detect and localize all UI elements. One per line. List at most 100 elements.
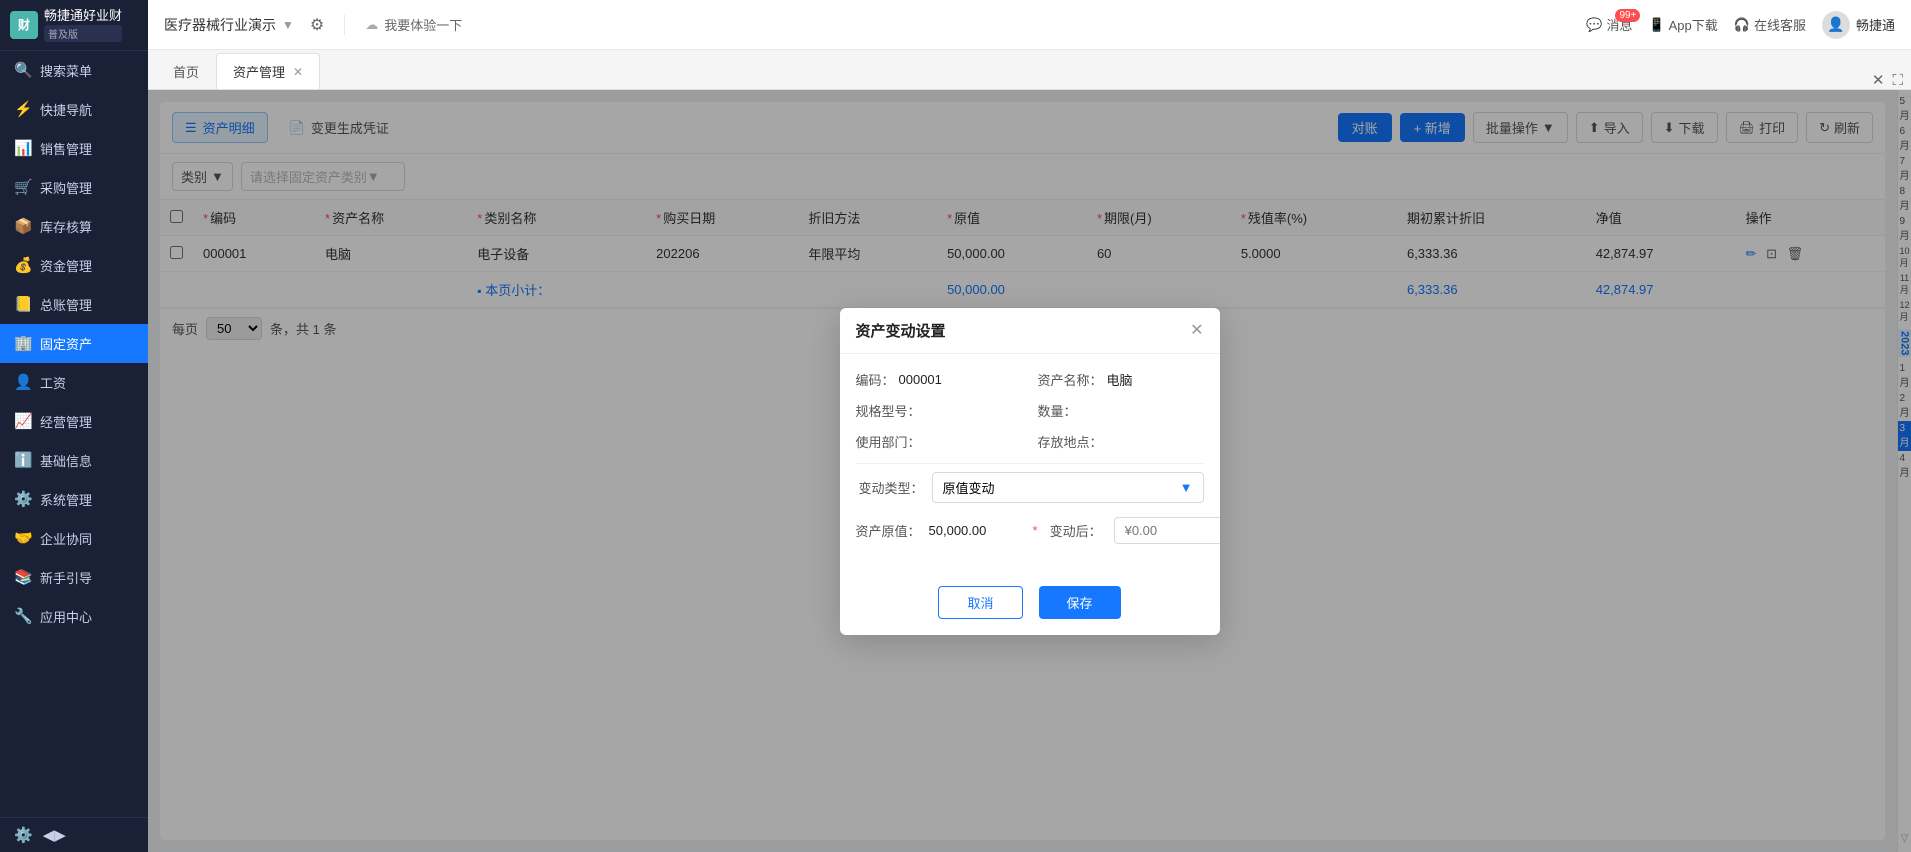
user-profile[interactable]: 👤 畅捷通 [1822,11,1895,39]
tab-asset-management[interactable]: 资产管理 ✕ [216,53,320,89]
logo-title: 畅捷通好业财 [44,8,122,25]
dialog-row-2: 规格型号： 数量： [856,401,1204,420]
change-type-label: 变动类型： [856,478,924,497]
name-label: 资产名称： [1038,370,1103,389]
modal-overlay[interactable]: 资产变动设置 ✕ 编码： 000001 资产名称： 电脑 [148,90,1911,852]
try-label: 我要体验一下 [384,15,462,34]
topbar-right: 💬 消息 99+ 📱 App下载 🎧 在线客服 👤 畅捷通 [1586,11,1895,39]
guide-icon: 📚 [14,568,32,586]
topbar-settings-icon[interactable]: ⚙ [310,15,324,35]
sidebar-label-apps: 应用中心 [40,607,92,626]
tab-asset-label: 资产管理 [233,62,285,81]
name-value: 电脑 [1107,370,1133,389]
change-type-dropdown[interactable]: 原值变动 ▼ [932,472,1204,503]
logo-icon: 财 [10,11,38,39]
dept-label: 使用部门： [856,432,921,451]
asset-original-value: 50,000.00 [929,523,1009,538]
system-icon: ⚙️ [14,490,32,508]
cancel-button[interactable]: 取消 [938,586,1022,619]
dialog-field-spec: 规格型号： [856,401,1022,420]
dialog-row-3: 使用部门： 存放地点： [856,432,1204,451]
tab-home-label: 首页 [173,62,199,81]
spec-label: 规格型号： [856,401,921,420]
sidebar-label-guide: 新手引导 [40,568,92,587]
collapse-icon[interactable]: ◀▶ [43,826,66,844]
dialog-body: 编码： 000001 资产名称： 电脑 规格型号： [840,354,1220,574]
tab-home[interactable]: 首页 [156,53,216,89]
main-area: 医疗器械行业演示 ▼ ⚙ ☁ 我要体验一下 💬 消息 99+ 📱 App下载 🎧… [148,0,1911,852]
app-download-btn[interactable]: 📱 App下载 [1648,15,1717,34]
online-service-label: 在线客服 [1754,15,1806,34]
logo-badge: 普及版 [44,25,122,42]
sidebar-label-purchase: 采购管理 [40,178,92,197]
sidebar-nav: 🔍 搜索菜单 ⚡ 快捷导航 📊 销售管理 🛒 采购管理 📦 库存核算 💰 资金管… [0,51,148,817]
search-icon: 🔍 [14,61,32,79]
location-label: 存放地点： [1038,432,1103,451]
tab-close-icon[interactable]: ✕ [293,65,303,79]
after-change-input[interactable] [1114,517,1220,544]
sidebar-item-fixedasset[interactable]: 🏢 固定资产 [0,324,148,363]
basic-icon: ℹ️ [14,451,32,469]
topbar: 医疗器械行业演示 ▼ ⚙ ☁ 我要体验一下 💬 消息 99+ 📱 App下载 🎧… [148,0,1911,50]
dialog-field-dept: 使用部门： [856,432,1022,451]
sidebar-item-system[interactable]: ⚙️ 系统管理 [0,480,148,519]
cloud-icon: ☁ [365,17,378,33]
content-area: ☰ 资产明细 📄 变更生成凭证 对账 + 新增 批量操作 ▼ [148,90,1911,852]
sidebar-label-search: 搜索菜单 [40,61,92,80]
dialog-field-quantity: 数量： [1038,401,1204,420]
company-title: 医疗器械行业演示 ▼ [164,15,294,35]
asset-change-dialog: 资产变动设置 ✕ 编码： 000001 资产名称： 电脑 [840,308,1220,635]
message-icon: 💬 [1586,17,1602,33]
tabbar-expand-icon[interactable]: ⛶ [1892,72,1903,89]
ledger-icon: 📒 [14,295,32,313]
required-star: * [1033,523,1038,538]
dialog-change-type-row: 变动类型： 原值变动 ▼ [856,472,1204,503]
tabbar-right: ✕ ⛶ [1872,71,1911,89]
sidebar-item-salary[interactable]: 👤 工资 [0,363,148,402]
sidebar-label-fixedasset: 固定资产 [40,334,92,353]
sidebar-label-collab: 企业协同 [40,529,92,548]
sidebar-label-sales: 销售管理 [40,139,92,158]
tabbar-close-icon[interactable]: ✕ [1872,71,1885,89]
inventory-icon: 📦 [14,217,32,235]
code-value: 000001 [899,372,942,387]
sidebar-item-search[interactable]: 🔍 搜索菜单 [0,51,148,90]
management-icon: 📈 [14,412,32,430]
sidebar-item-sales[interactable]: 📊 销售管理 [0,129,148,168]
dialog-row-1: 编码： 000001 资产名称： 电脑 [856,370,1204,389]
dialog-close-icon[interactable]: ✕ [1190,320,1203,340]
salary-icon: 👤 [14,373,32,391]
message-btn[interactable]: 💬 消息 99+ [1586,15,1632,34]
sidebar-label-finance: 资金管理 [40,256,92,275]
dialog-divider [856,463,1204,464]
company-arrow-icon[interactable]: ▼ [282,18,294,32]
sidebar-item-inventory[interactable]: 📦 库存核算 [0,207,148,246]
asset-original-label: 资产原值： [856,521,921,540]
sidebar-label-salary: 工资 [40,373,66,392]
sidebar-item-collab[interactable]: 🤝 企业协同 [0,519,148,558]
sidebar-label-inventory: 库存核算 [40,217,92,236]
online-service-btn[interactable]: 🎧 在线客服 [1734,15,1806,34]
quicknav-icon: ⚡ [14,100,32,118]
sidebar-label-ledger: 总账管理 [40,295,92,314]
topbar-try[interactable]: ☁ 我要体验一下 [365,15,462,34]
user-avatar: 👤 [1822,11,1850,39]
quantity-label: 数量： [1038,401,1077,420]
sidebar-item-quicknav[interactable]: ⚡ 快捷导航 [0,90,148,129]
sidebar-item-finance[interactable]: 💰 资金管理 [0,246,148,285]
logo-text-block: 畅捷通好业财 普及版 [44,8,122,42]
sidebar-logo: 财 畅捷通好业财 普及版 [0,0,148,51]
sidebar-item-apps[interactable]: 🔧 应用中心 [0,597,148,636]
save-button[interactable]: 保存 [1039,586,1121,619]
sidebar-item-management[interactable]: 📈 经营管理 [0,402,148,441]
sidebar-label-basic: 基础信息 [40,451,92,470]
sidebar-item-guide[interactable]: 📚 新手引导 [0,558,148,597]
dialog-footer: 取消 保存 [840,574,1220,635]
sidebar-label-quicknav: 快捷导航 [40,100,92,119]
dialog-title: 资产变动设置 [856,320,946,341]
settings-bottom-icon[interactable]: ⚙️ [14,826,33,844]
sidebar-item-basic[interactable]: ℹ️ 基础信息 [0,441,148,480]
sidebar-item-purchase[interactable]: 🛒 采购管理 [0,168,148,207]
sidebar-item-ledger[interactable]: 📒 总账管理 [0,285,148,324]
collab-icon: 🤝 [14,529,32,547]
